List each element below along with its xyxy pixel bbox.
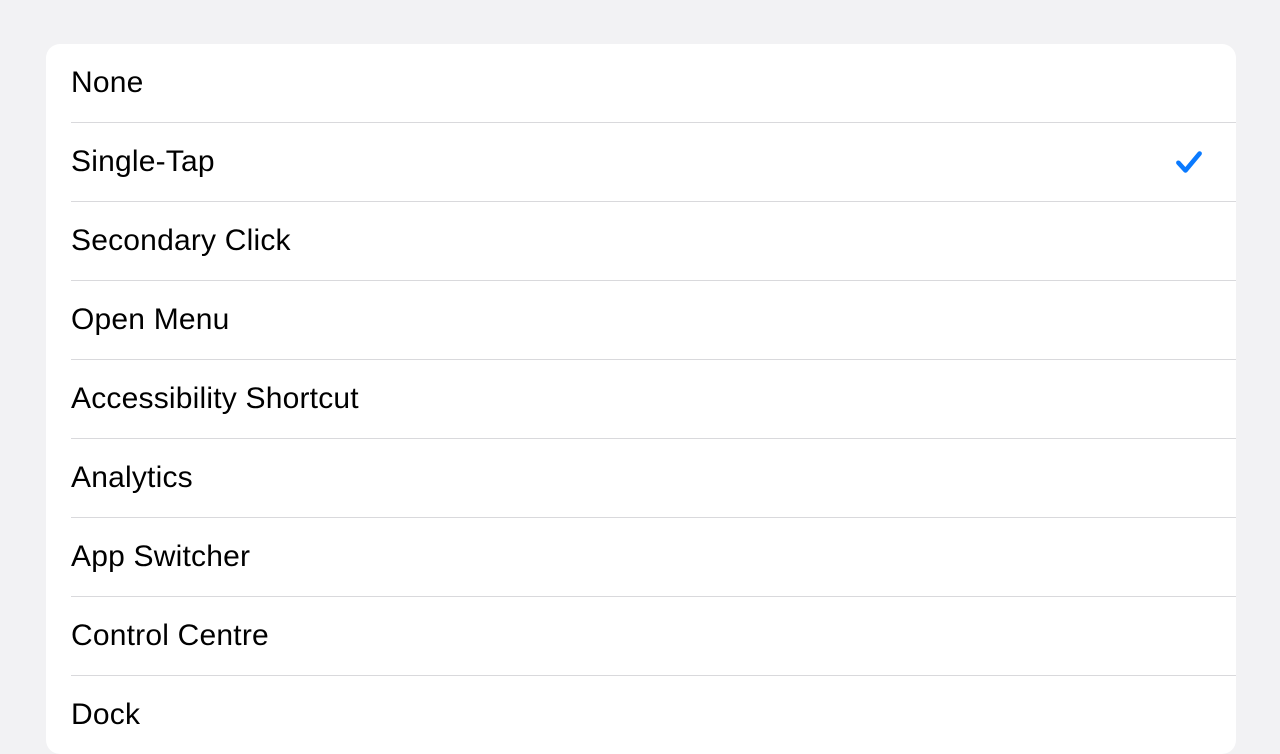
option-app-switcher[interactable]: App Switcher <box>46 518 1236 596</box>
option-label: Open Menu <box>71 303 230 337</box>
option-analytics[interactable]: Analytics <box>46 439 1236 517</box>
option-none[interactable]: None <box>46 44 1236 122</box>
option-label: None <box>71 66 144 100</box>
option-label: Control Centre <box>71 619 269 653</box>
option-label: Dock <box>71 698 140 732</box>
option-label: Analytics <box>71 461 193 495</box>
option-accessibility-shortcut[interactable]: Accessibility Shortcut <box>46 360 1236 438</box>
checkmark-icon <box>1172 145 1206 179</box>
settings-options-panel: None Single-Tap Secondary Click Open Men… <box>46 44 1236 754</box>
option-secondary-click[interactable]: Secondary Click <box>46 202 1236 280</box>
option-open-menu[interactable]: Open Menu <box>46 281 1236 359</box>
option-dock[interactable]: Dock <box>46 676 1236 754</box>
option-label: Single-Tap <box>71 145 215 179</box>
option-label: Secondary Click <box>71 224 291 258</box>
option-label: Accessibility Shortcut <box>71 382 359 416</box>
option-single-tap[interactable]: Single-Tap <box>46 123 1236 201</box>
option-label: App Switcher <box>71 540 250 574</box>
option-control-centre[interactable]: Control Centre <box>46 597 1236 675</box>
